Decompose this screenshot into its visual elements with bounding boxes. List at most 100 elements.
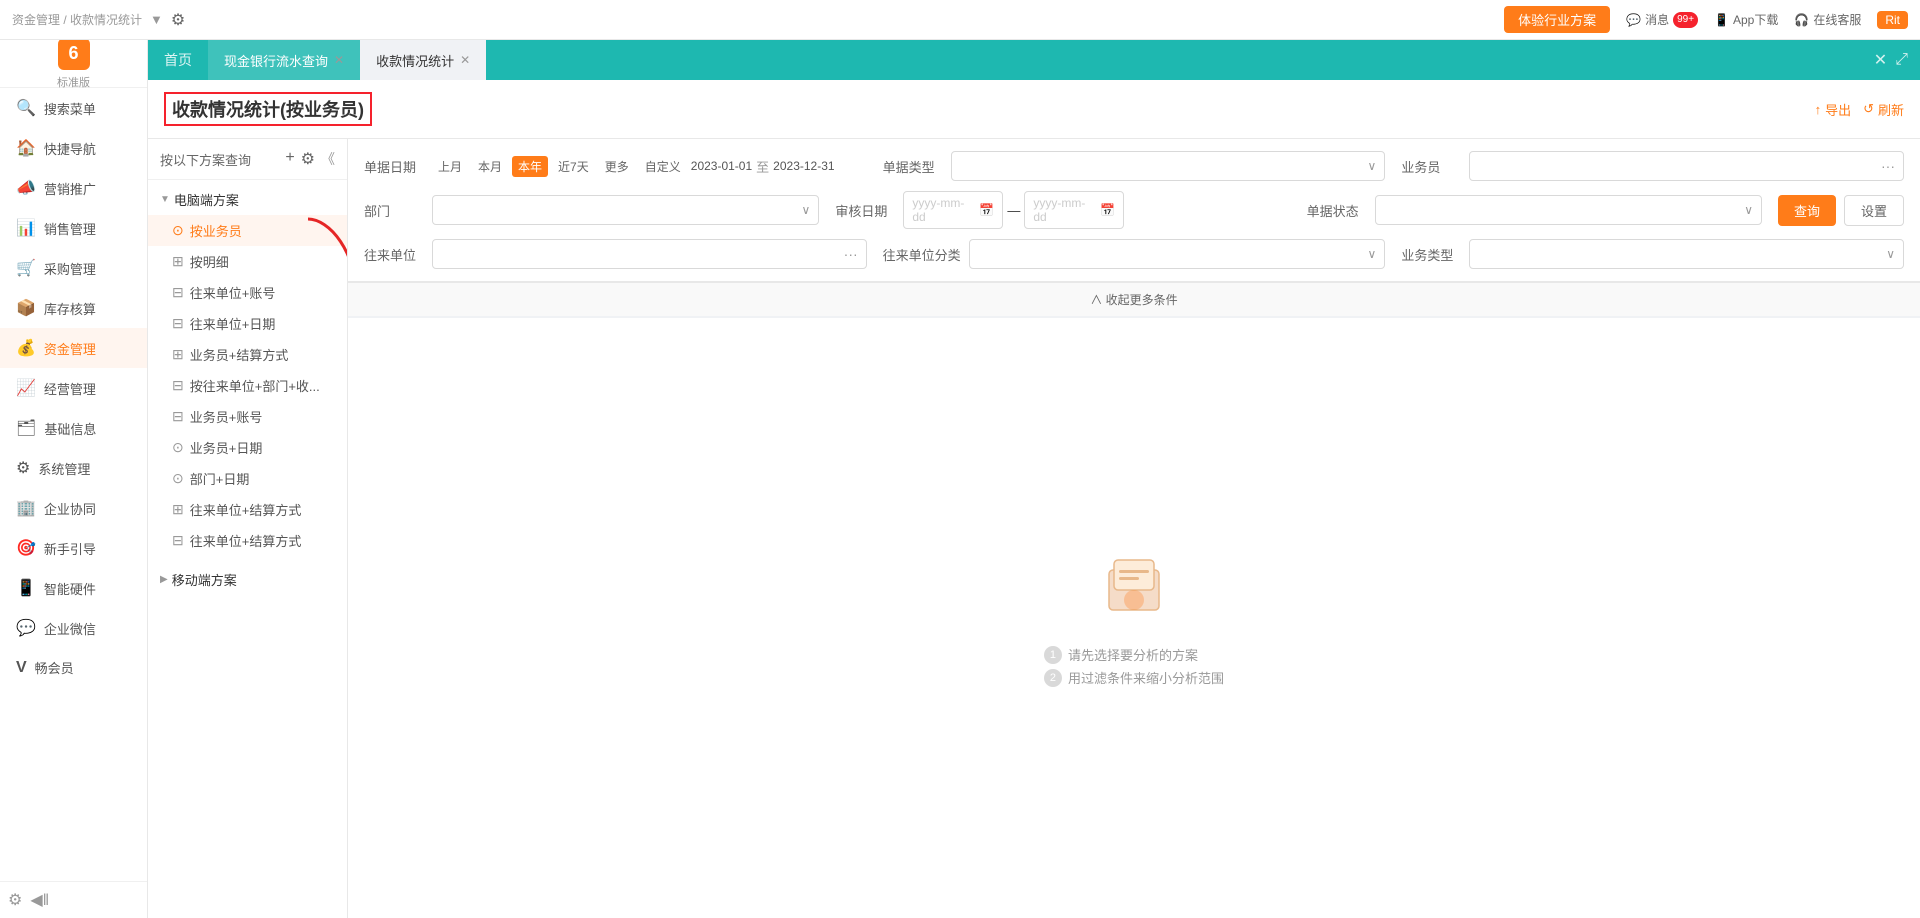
sidebar-item-smart-hardware[interactable]: 📱 智能硬件 — [0, 568, 147, 608]
header-left: 资金管理 / 收款情况统计 ▼ ⚙ — [12, 10, 1504, 30]
scheme-gear-icon[interactable]: ⚙ — [301, 149, 315, 169]
marketing-icon: 📣 — [16, 178, 36, 198]
scheme-item-staff-account[interactable]: ⊟ 业务员+账号 — [148, 401, 347, 432]
sidebar-label-basic: 基础信息 — [44, 419, 96, 438]
filter-dept-select[interactable]: ∨ — [432, 195, 819, 225]
date-btn-this-year[interactable]: 本年 — [512, 156, 548, 177]
tab-bank-flow-label: 现金银行流水查询 — [224, 51, 328, 70]
avatar-text: Rit — [1877, 11, 1908, 29]
scheme-header: 按以下方案查询 + ⚙ 《 — [148, 139, 347, 180]
trial-button[interactable]: 体验行业方案 — [1504, 6, 1610, 33]
scheme-item-staff-date[interactable]: ⊙ 业务员+日期 — [148, 432, 347, 463]
scheme-item-by-staff[interactable]: ⊙ 按业务员 — [148, 215, 347, 246]
sidebar-item-basic-info[interactable]: 🗂 基础信息 — [0, 408, 147, 448]
filter-biz-type-select[interactable]: ∨ — [1469, 239, 1904, 269]
scheme-collapse-icon[interactable]: 《 — [321, 149, 335, 169]
filter-bill-type-select[interactable]: ∨ — [951, 151, 1386, 181]
export-button[interactable]: ↑ 导出 — [1815, 100, 1852, 119]
filter-staff-select[interactable]: ··· — [1469, 151, 1904, 181]
filter-partner: 往来单位 ··· — [364, 239, 867, 269]
scheme-item-unit-date[interactable]: ⊟ 往来单位+日期 — [148, 308, 347, 339]
tab-close-all-icon[interactable]: ✕ — [1874, 50, 1887, 70]
sidebar-item-inventory[interactable]: 📦 库存核算 — [0, 288, 147, 328]
sidebar-label-operation: 经营管理 — [44, 379, 96, 398]
filter-dept: 部门 ∨ — [364, 195, 819, 225]
online-service-action[interactable]: 🎧 在线客服 — [1794, 11, 1861, 28]
gear-settings-icon[interactable]: ⚙ — [171, 10, 185, 30]
sidebar-item-finance[interactable]: 💰 资金管理 — [0, 328, 147, 368]
empty-tips: 1 请先选择要分析的方案 2 用过滤条件来缩小分析范围 — [1044, 641, 1224, 691]
scheme-item-unit-settle2[interactable]: ⊟ 往来单位+结算方式 — [148, 525, 347, 556]
scheme-add-icon[interactable]: + — [285, 149, 294, 169]
scheme-panel: 按以下方案查询 + ⚙ 《 ▼ 电脑端方案 ⊙ 按业务员 — [148, 139, 348, 918]
tab-receipt-stat[interactable]: 收款情况统计 ✕ — [360, 40, 486, 80]
setting-button[interactable]: 设置 — [1844, 195, 1904, 226]
scheme-item-unit-dept-recv[interactable]: ⊟ 按往来单位+部门+收... — [148, 370, 347, 401]
scheme-item-icon-10: ⊟ — [172, 532, 184, 549]
sidebar-item-wechat[interactable]: 💬 企业微信 — [0, 608, 147, 648]
filter-bill-status-label: 单据状态 — [1307, 201, 1367, 220]
dots-partner-icon: ··· — [844, 246, 858, 262]
filter-staff-label: 业务员 — [1401, 157, 1461, 176]
tab-home[interactable]: 首页 — [148, 40, 208, 80]
scheme-item-label-4: 业务员+结算方式 — [190, 345, 289, 364]
tab-maximize-icon[interactable]: ⤢ — [1895, 51, 1908, 69]
message-action[interactable]: 💬 消息 99+ — [1626, 11, 1698, 28]
empty-state-icon — [1094, 545, 1174, 625]
sidebar-item-guide[interactable]: 🎯 新手引导 — [0, 528, 147, 568]
tab-bank-flow[interactable]: 现金银行流水查询 ✕ — [208, 40, 360, 80]
date-btn-7days[interactable]: 近7天 — [552, 156, 595, 177]
scheme-group-mobile-arrow: ▶ — [160, 574, 168, 585]
date-btn-last-month[interactable]: 上月 — [432, 156, 468, 177]
scheme-group-desktop-header[interactable]: ▼ 电脑端方案 — [148, 184, 347, 215]
app-download-action[interactable]: 📱 App下载 — [1714, 11, 1778, 28]
filter-bill-status-select[interactable]: ∨ — [1375, 195, 1762, 225]
sidebar-item-system[interactable]: ⚙ 系统管理 — [0, 448, 147, 488]
sidebar-item-quick-nav[interactable]: 🏠 快捷导航 — [0, 128, 147, 168]
filter-partner-select[interactable]: ··· — [432, 239, 867, 269]
sidebar-item-sales[interactable]: 📊 销售管理 — [0, 208, 147, 248]
message-icon: 💬 — [1626, 13, 1641, 27]
filter-audit-date-to[interactable]: yyyy-mm-dd 📅 — [1024, 191, 1124, 229]
scheme-item-staff-settle[interactable]: ⊞ 业务员+结算方式 — [148, 339, 347, 370]
date-btn-this-month[interactable]: 本月 — [472, 156, 508, 177]
user-avatar[interactable]: Rit — [1877, 11, 1908, 29]
collapse-sidebar-icon[interactable]: ◀‖ — [30, 890, 49, 910]
scheme-item-unit-account[interactable]: ⊟ 往来单位+账号 — [148, 277, 347, 308]
sidebar-item-search-menu[interactable]: 🔍 搜索菜单 — [0, 88, 147, 128]
scheme-item-icon-4: ⊞ — [172, 346, 184, 363]
basic-info-icon: 🗂 — [16, 418, 36, 438]
finance-icon: 💰 — [16, 338, 36, 358]
scheme-item-dept-date[interactable]: ⊙ 部门+日期 — [148, 463, 347, 494]
sidebar-item-enterprise[interactable]: 🏢 企业协同 — [0, 488, 147, 528]
filter-bill-status: 单据状态 ∨ — [1307, 195, 1762, 225]
scheme-item-label-7: 业务员+日期 — [190, 438, 263, 457]
scheme-item-label-10: 往来单位+结算方式 — [190, 531, 302, 550]
filter-audit-date-from[interactable]: yyyy-mm-dd 📅 — [903, 191, 1003, 229]
purchase-icon: 🛒 — [16, 258, 36, 278]
date-btn-more[interactable]: 更多 — [599, 156, 635, 177]
scheme-group-label: 电脑端方案 — [174, 190, 239, 209]
scheme-group-mobile-header[interactable]: ▶ 移动端方案 — [148, 564, 347, 595]
tab-bank-flow-close[interactable]: ✕ — [334, 53, 344, 67]
tab-bar: 首页 现金银行流水查询 ✕ 收款情况统计 ✕ ✕ ⤢ — [148, 40, 1920, 80]
sidebar-item-vip[interactable]: V 畅会员 — [0, 648, 147, 687]
settings-bottom-icon[interactable]: ⚙ — [8, 890, 22, 910]
collapse-more-btn[interactable]: ∧ 收起更多条件 — [348, 282, 1920, 316]
dots-staff-icon: ··· — [1881, 158, 1895, 174]
scheme-item-unit-settle1[interactable]: ⊞ 往来单位+结算方式 — [148, 494, 347, 525]
query-button[interactable]: 查询 — [1778, 195, 1836, 226]
scheme-item-by-detail[interactable]: ⊞ 按明细 — [148, 246, 347, 277]
refresh-button[interactable]: ↺ 刷新 — [1863, 100, 1904, 119]
sales-icon: 📊 — [16, 218, 36, 238]
sidebar-item-operation[interactable]: 📈 经营管理 — [0, 368, 147, 408]
wechat-icon: 💬 — [16, 618, 36, 638]
date-range-from: 2023-01-01 — [691, 159, 752, 173]
tab-receipt-stat-close[interactable]: ✕ — [460, 53, 470, 67]
scheme-group-mobile: ▶ 移动端方案 — [148, 560, 347, 599]
filter-partner-category-select[interactable]: ∨ — [969, 239, 1386, 269]
date-btn-custom[interactable]: 自定义 — [639, 156, 687, 177]
sidebar-item-marketing[interactable]: 📣 营销推广 — [0, 168, 147, 208]
top-header: 资金管理 / 收款情况统计 ▼ ⚙ 体验行业方案 💬 消息 99+ 📱 App下… — [0, 0, 1920, 40]
sidebar-item-purchase[interactable]: 🛒 采购管理 — [0, 248, 147, 288]
